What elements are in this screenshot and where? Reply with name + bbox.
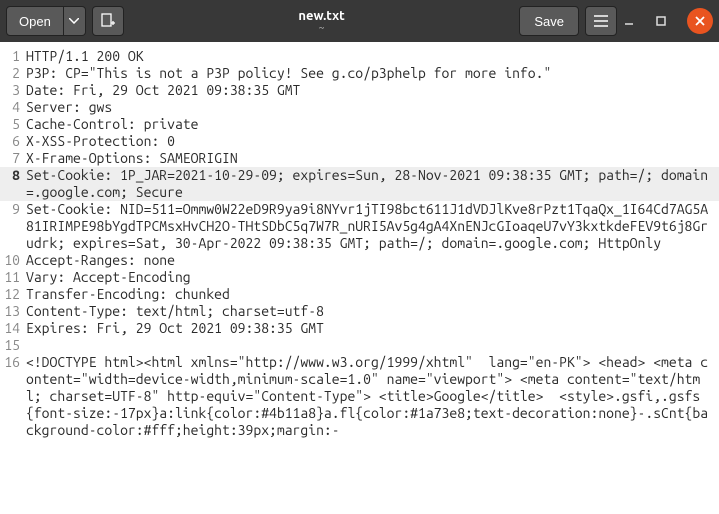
line-text: Vary: Accept-Encoding xyxy=(26,269,195,286)
line-number: 3 xyxy=(0,82,26,99)
save-button[interactable]: Save xyxy=(519,6,579,36)
open-button-label: Open xyxy=(19,14,51,29)
line-text: HTTP/1.1 200 OK xyxy=(26,48,148,65)
line-number: 1 xyxy=(0,48,26,65)
hamburger-menu-button[interactable] xyxy=(585,6,617,36)
line-text: X-XSS-Protection: 0 xyxy=(26,133,179,150)
line-number: 4 xyxy=(0,99,26,116)
maximize-icon xyxy=(655,15,681,27)
editor-line[interactable]: 1HTTP/1.1 200 OK xyxy=(0,48,719,65)
line-text: Set-Cookie: 1P_JAR=2021-10-29-09; expire… xyxy=(26,167,719,201)
line-number: 9 xyxy=(0,201,26,218)
line-text: <!DOCTYPE html><html xmlns="http://www.w… xyxy=(26,354,719,439)
save-button-label: Save xyxy=(534,14,564,29)
line-number: 12 xyxy=(0,286,26,303)
line-number: 5 xyxy=(0,116,26,133)
editor-line[interactable]: 11Vary: Accept-Encoding xyxy=(0,269,719,286)
editor-line[interactable]: 14Expires: Fri, 29 Oct 2021 09:38:35 GMT xyxy=(0,320,719,337)
new-document-icon xyxy=(101,13,115,29)
editor-line[interactable]: 10Accept-Ranges: none xyxy=(0,252,719,269)
chevron-down-icon xyxy=(69,18,79,24)
line-text: Cache-Control: private xyxy=(26,116,202,133)
line-number: 2 xyxy=(0,65,26,82)
close-icon xyxy=(695,16,705,26)
header-bar: Open new.txt ~ Save xyxy=(0,0,719,42)
line-number: 7 xyxy=(0,150,26,167)
line-number: 11 xyxy=(0,269,26,286)
title-area: new.txt ~ xyxy=(130,9,514,33)
editor-line[interactable]: 15 xyxy=(0,337,719,354)
line-text: X-Frame-Options: SAMEORIGIN xyxy=(26,150,242,167)
editor-line[interactable]: 5Cache-Control: private xyxy=(0,116,719,133)
line-number: 10 xyxy=(0,252,26,269)
line-number: 13 xyxy=(0,303,26,320)
line-text: Set-Cookie: NID=511=Ommw0W22eD9R9ya9i8NY… xyxy=(26,201,719,252)
editor-line[interactable]: 2P3P: CP="This is not a P3P policy! See … xyxy=(0,65,719,82)
line-text: P3P: CP="This is not a P3P policy! See g… xyxy=(26,65,555,82)
editor-line[interactable]: 16<!DOCTYPE html><html xmlns="http://www… xyxy=(0,354,719,439)
close-button[interactable] xyxy=(687,8,713,34)
line-text: Date: Fri, 29 Oct 2021 09:38:35 GMT xyxy=(26,82,304,99)
new-tab-button[interactable] xyxy=(92,6,124,36)
line-number: 8 xyxy=(0,167,26,184)
line-text: Server: gws xyxy=(26,99,116,116)
hamburger-icon xyxy=(594,15,608,27)
editor-line[interactable]: 7X-Frame-Options: SAMEORIGIN xyxy=(0,150,719,167)
editor-line[interactable]: 6X-XSS-Protection: 0 xyxy=(0,133,719,150)
minimize-icon xyxy=(623,15,649,27)
line-number: 6 xyxy=(0,133,26,150)
line-number: 16 xyxy=(0,354,26,371)
document-title: new.txt xyxy=(298,9,344,23)
line-text: Transfer-Encoding: chunked xyxy=(26,286,234,303)
editor-line[interactable]: 13Content-Type: text/html; charset=utf-8 xyxy=(0,303,719,320)
document-path: ~ xyxy=(319,23,325,33)
editor-line[interactable]: 12Transfer-Encoding: chunked xyxy=(0,286,719,303)
maximize-button[interactable] xyxy=(655,8,681,34)
open-dropdown-button[interactable] xyxy=(64,6,86,36)
text-editor-area[interactable]: 1HTTP/1.1 200 OK2P3P: CP="This is not a … xyxy=(0,42,719,514)
line-number: 15 xyxy=(0,337,26,354)
line-text: Expires: Fri, 29 Oct 2021 09:38:35 GMT xyxy=(26,320,328,337)
line-text: Content-Type: text/html; charset=utf-8 xyxy=(26,303,328,320)
editor-line[interactable]: 8Set-Cookie: 1P_JAR=2021-10-29-09; expir… xyxy=(0,167,719,201)
editor-line[interactable]: 3Date: Fri, 29 Oct 2021 09:38:35 GMT xyxy=(0,82,719,99)
open-button[interactable]: Open xyxy=(6,6,64,36)
editor-line[interactable]: 4Server: gws xyxy=(0,99,719,116)
line-number: 14 xyxy=(0,320,26,337)
minimize-button[interactable] xyxy=(623,8,649,34)
editor-line[interactable]: 9Set-Cookie: NID=511=Ommw0W22eD9R9ya9i8N… xyxy=(0,201,719,252)
line-text: Accept-Ranges: none xyxy=(26,252,179,269)
